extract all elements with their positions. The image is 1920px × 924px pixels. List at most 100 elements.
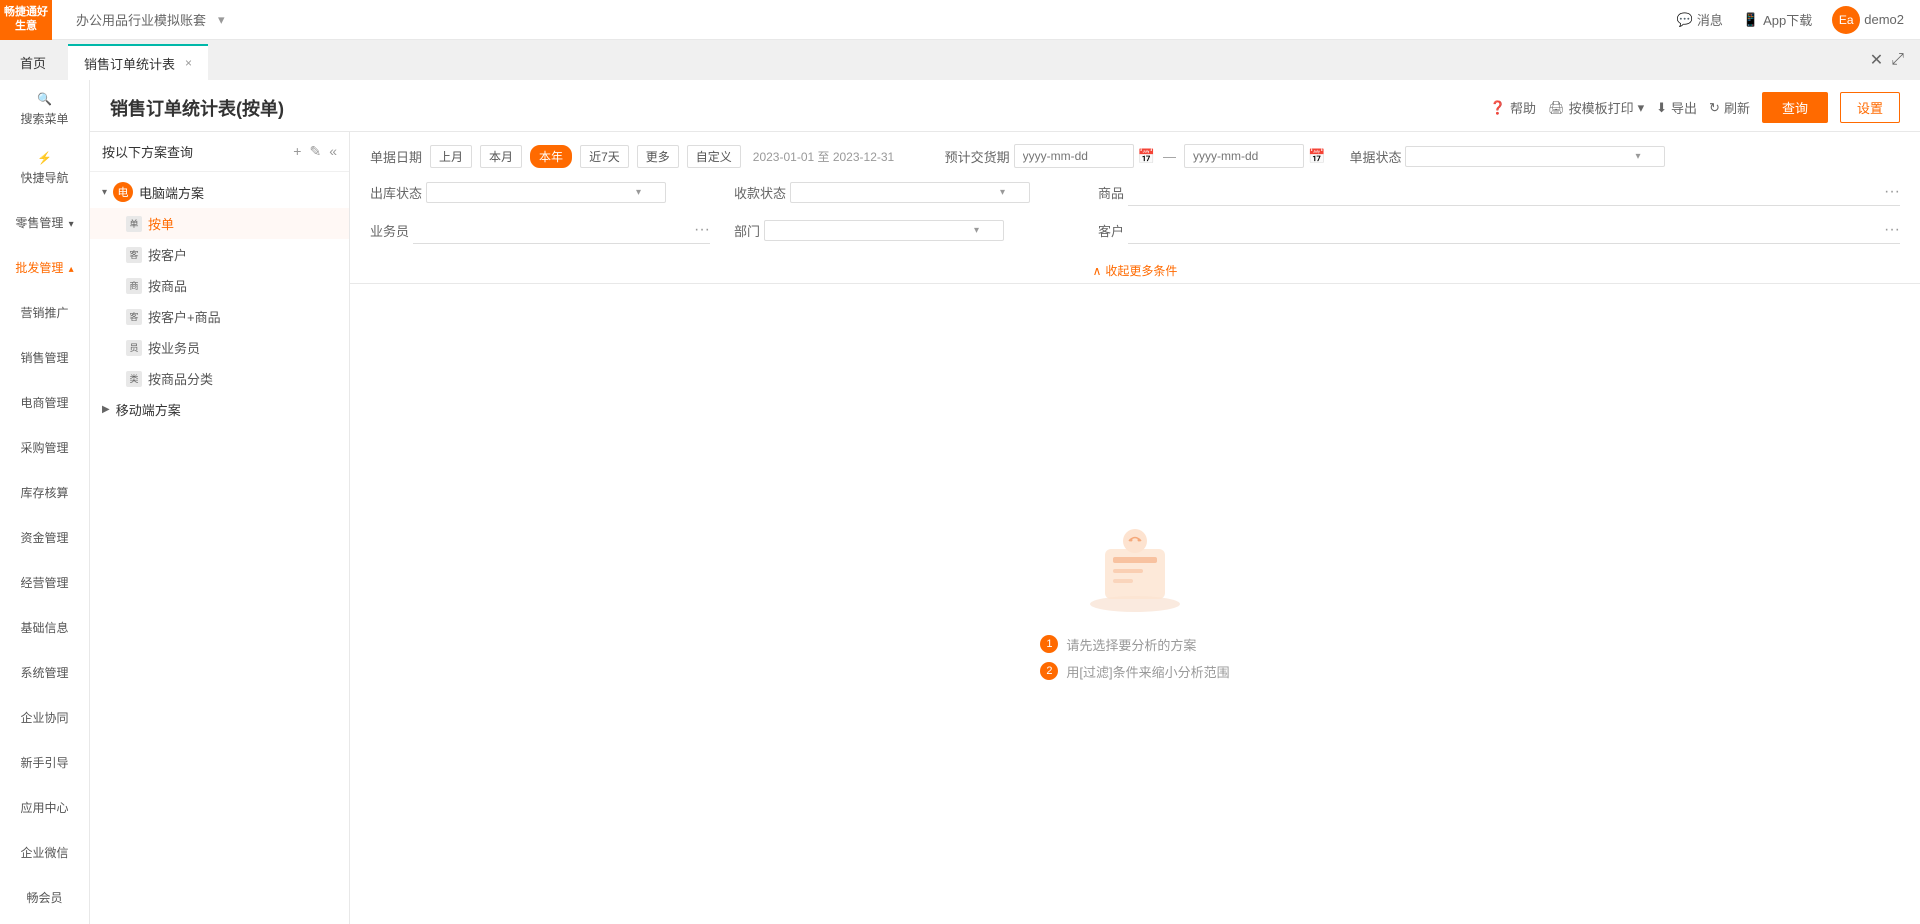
scheme-group-pc: ▾ 电 电脑端方案 单 按单 客 按客户 商 [90, 176, 349, 394]
scheme-icon-staff: 员 [126, 340, 142, 356]
add-scheme-button[interactable]: + [293, 143, 301, 160]
date-btn-last-month[interactable]: 上月 [430, 145, 472, 168]
date-btn-more[interactable]: 更多 [637, 145, 679, 168]
tab-active[interactable]: 销售订单统计表 × [68, 44, 208, 80]
expected-date-to[interactable] [1184, 144, 1304, 168]
payment-status-select[interactable]: ▾ [790, 182, 1030, 203]
print-button[interactable]: 🖨 按模板打印 ▾ [1548, 98, 1644, 117]
date-btn-this-year[interactable]: 本年 [530, 145, 572, 168]
edit-scheme-button[interactable]: ✎ [309, 143, 321, 160]
quick-nav-icon: ⚡ [37, 151, 52, 165]
app-icon: 📱 [1743, 12, 1759, 28]
date-btn-this-month[interactable]: 本月 [480, 145, 522, 168]
query-button[interactable]: 查询 [1762, 92, 1828, 123]
message-button[interactable]: 💬 消息 [1677, 10, 1723, 29]
expected-date-from[interactable] [1014, 144, 1134, 168]
export-icon: ⬇ [1656, 100, 1667, 116]
sidebar-item-quick-nav[interactable]: ⚡ 快捷导航 [0, 139, 89, 198]
scheme-item-by-order[interactable]: 单 按单 [90, 208, 349, 239]
staff-label: 业务员 [370, 221, 409, 240]
group-icon-pc: 电 [113, 182, 133, 202]
refresh-icon: ↻ [1709, 100, 1720, 116]
scheme-icon-category: 类 [126, 371, 142, 387]
goods-label: 商品 [1098, 183, 1124, 202]
tabbar-window-controls: ✕ ⤢ [1870, 50, 1904, 70]
sidebar-item-retail[interactable]: 零售管理 ▾ [0, 198, 89, 243]
settings-button[interactable]: 设置 [1840, 92, 1900, 123]
sidebar-item-inventory[interactable]: 库存核算 [0, 468, 89, 513]
body-area: 按以下方案查询 + ✎ « ▾ 电 电脑端方案 [90, 132, 1920, 924]
scheme-item-by-goods[interactable]: 商 按商品 [90, 270, 349, 301]
scheme-group-mobile: ▶ 移动端方案 [90, 394, 349, 425]
sidebar-item-operations[interactable]: 经营管理 [0, 558, 89, 603]
sidebar-item-wholesale[interactable]: 批发管理 ▴ [0, 243, 89, 288]
customer-label: 客户 [1098, 221, 1124, 240]
filter-section: 单据日期 上月 本月 本年 近7天 更多 自定义 2023-01-01 至 20… [350, 132, 1920, 284]
calendar-from-icon[interactable]: 📅 [1138, 148, 1155, 165]
date-label: 单据日期 [370, 147, 422, 166]
print-icon: 🖨 [1548, 100, 1565, 116]
message-icon: 💬 [1677, 12, 1693, 28]
refresh-button[interactable]: ↻ 刷新 [1709, 98, 1750, 117]
sidebar-item-appstore[interactable]: 应用中心 [0, 783, 89, 828]
status-select[interactable]: ▾ [1405, 146, 1665, 167]
topbar-right: 💬 消息 📱 App下载 Ea demo2 [1677, 6, 1904, 34]
help-icon: ❓ [1490, 100, 1506, 116]
collapse-panel-button[interactable]: « [329, 143, 337, 160]
ship-status-select[interactable]: ▾ [426, 182, 666, 203]
sidebar-item-wechat[interactable]: 企业微信 [0, 828, 89, 873]
filter-row-1: 单据日期 上月 本月 本年 近7天 更多 自定义 2023-01-01 至 20… [370, 144, 1900, 168]
scheme-group-header-pc[interactable]: ▾ 电 电脑端方案 [90, 176, 349, 208]
scheme-item-by-staff[interactable]: 员 按业务员 [90, 332, 349, 363]
ship-dropdown-icon: ▾ [636, 187, 641, 198]
export-button[interactable]: ⬇ 导出 [1656, 98, 1697, 117]
goods-more-btn[interactable]: ··· [1884, 183, 1900, 201]
scheme-group-header-mobile[interactable]: ▶ 移动端方案 [90, 394, 349, 425]
sidebar-item-enterprise[interactable]: 企业协同 [0, 693, 89, 738]
scheme-item-by-category[interactable]: 类 按商品分类 [90, 363, 349, 394]
sidebar-item-search[interactable]: 🔍 搜索菜单 [0, 80, 89, 139]
mobile-group-expand-icon: ▶ [102, 404, 110, 415]
scheme-item-by-customer-goods[interactable]: 客 按客户+商品 [90, 301, 349, 332]
sidebar-item-purchase[interactable]: 采购管理 [0, 423, 89, 468]
sidebar-item-sales[interactable]: 销售管理 [0, 333, 89, 378]
staff-more-btn[interactable]: ··· [694, 221, 710, 239]
sidebar-item-basics[interactable]: 基础信息 [0, 603, 89, 648]
help-button[interactable]: ❓ 帮助 [1490, 98, 1536, 117]
status-dropdown-icon: ▾ [1635, 151, 1640, 162]
sidebar-item-member[interactable]: 畅会员 [0, 873, 89, 918]
payment-dropdown-icon: ▾ [1000, 187, 1005, 198]
tab-home[interactable]: 首页 [0, 44, 66, 80]
page-header: 销售订单统计表(按单) ❓ 帮助 🖨 按模板打印 ▾ ⬇ 导出 ↻ 刷新 [90, 80, 1920, 132]
sidebar-item-guide[interactable]: 新手引导 [0, 738, 89, 783]
left-panel-icons: + ✎ « [293, 143, 337, 160]
scheme-icon-cg: 客 [126, 309, 142, 325]
sidebar-item-ecommerce[interactable]: 电商管理 [0, 378, 89, 423]
sidebar-item-marketing[interactable]: 营销推广 [0, 288, 89, 333]
empty-hints: 1 请先选择要分析的方案 2 用[过滤]条件来缩小分析范围 [1040, 635, 1229, 689]
page-title: 销售订单统计表(按单) [110, 95, 284, 121]
sidebar-item-system[interactable]: 系统管理 [0, 648, 89, 693]
window-expand-button[interactable]: ⤢ [1891, 50, 1904, 70]
filter-and-content: 单据日期 上月 本月 本年 近7天 更多 自定义 2023-01-01 至 20… [350, 132, 1920, 924]
scheme-icon-goods: 商 [126, 278, 142, 294]
empty-hint-2: 2 用[过滤]条件来缩小分析范围 [1040, 662, 1229, 681]
left-panel-header: 按以下方案查询 + ✎ « [90, 132, 349, 172]
customer-more-btn[interactable]: ··· [1884, 221, 1900, 239]
calendar-to-icon[interactable]: 📅 [1308, 148, 1325, 165]
app-download-button[interactable]: 📱 App下载 [1743, 10, 1812, 29]
date-btn-custom[interactable]: 自定义 [687, 145, 741, 168]
scheme-item-by-customer[interactable]: 客 按客户 [90, 239, 349, 270]
tab-close-icon[interactable]: × [185, 56, 192, 70]
window-close-button[interactable]: ✕ [1870, 50, 1883, 70]
collapse-icon: ∧ [1093, 264, 1102, 278]
collapse-filter-button[interactable]: ∧ 收起更多条件 [370, 254, 1900, 283]
dept-select[interactable]: ▾ [764, 220, 1004, 241]
left-panel: 按以下方案查询 + ✎ « ▾ 电 电脑端方案 [90, 132, 350, 924]
user-profile[interactable]: Ea demo2 [1832, 6, 1904, 34]
dropdown-arrow[interactable]: ▾ [218, 12, 225, 28]
empty-hint-1: 1 请先选择要分析的方案 [1040, 635, 1229, 654]
sidebar-item-finance[interactable]: 资金管理 [0, 513, 89, 558]
main-layout: 🔍 搜索菜单 ⚡ 快捷导航 零售管理 ▾ 批发管理 ▴ 营销推广 销售管理 电商… [0, 80, 1920, 924]
date-btn-7days[interactable]: 近7天 [580, 145, 629, 168]
